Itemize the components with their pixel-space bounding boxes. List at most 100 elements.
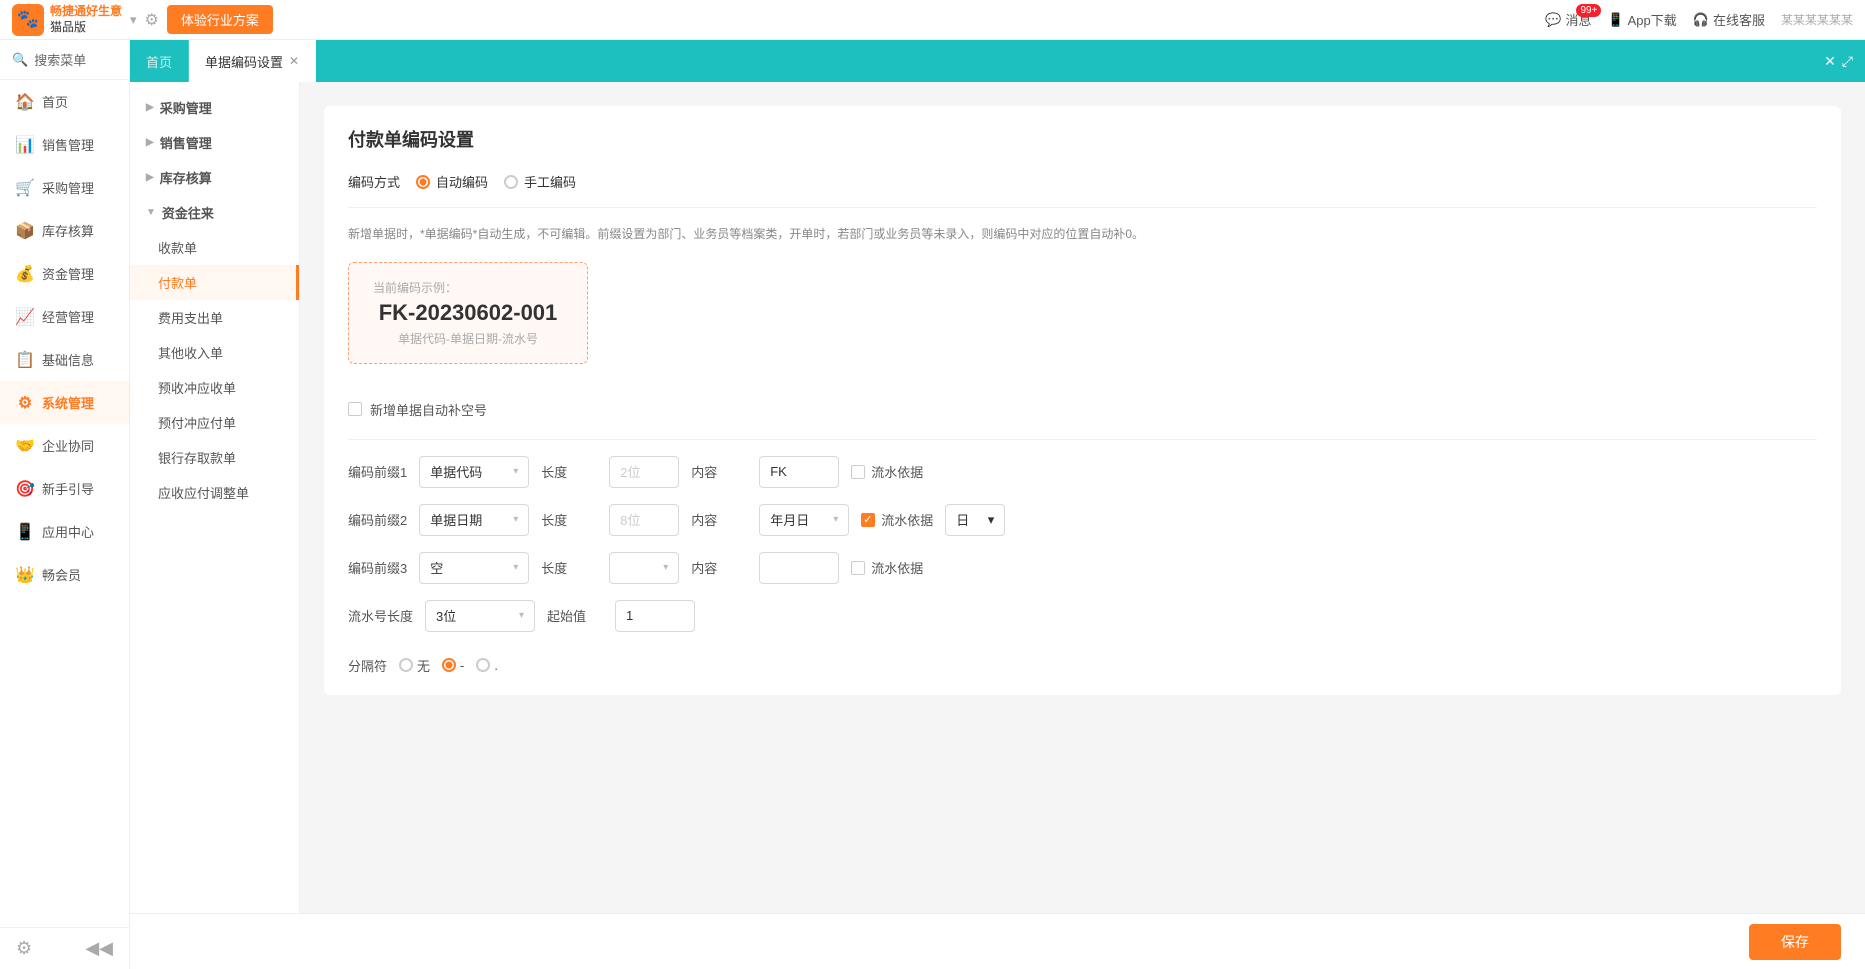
message-btn[interactable]: 💬 消息 99+ xyxy=(1545,10,1591,29)
dropdown-arrow: ▾ xyxy=(988,512,995,528)
sidebar-item-label: 采购管理 xyxy=(42,178,94,197)
online-service-btn[interactable]: 🎧 在线客服 xyxy=(1693,10,1765,29)
group-sales: ▶ 销售管理 xyxy=(130,125,299,160)
auto-fill-checkbox[interactable] xyxy=(348,402,362,416)
sidebar-item-stock[interactable]: 📦 库存核算 xyxy=(0,209,129,252)
sidebar-item-ap-adjust[interactable]: 应收应付调整单 xyxy=(130,475,299,510)
prefix1-row: 编码前缀1 单据代码 ▾ 长度 2位 内容 FK xyxy=(348,456,1817,488)
sidebar-item-vip[interactable]: 👑 畅会员 xyxy=(0,553,129,596)
sep-dot-radio[interactable]: . xyxy=(476,658,498,673)
sidebar-item-sales[interactable]: 📊 销售管理 xyxy=(0,123,129,166)
sidebar-item-payment[interactable]: 付款单 xyxy=(130,265,299,300)
sidebar-search[interactable]: 🔍 搜索菜单 xyxy=(0,40,129,80)
manual-encoding-radio[interactable]: 手工编码 xyxy=(504,172,576,191)
prefix2-row: 编码前缀2 单据日期 ▾ 长度 8位 内容 年月日 ▾ xyxy=(348,504,1817,536)
content1-input[interactable]: FK xyxy=(759,456,839,488)
prefix3-select[interactable]: 空 ▾ xyxy=(419,552,529,584)
tab-close-icon[interactable]: ✕ xyxy=(289,54,299,68)
stock-icon: 📦 xyxy=(16,222,34,240)
content1-label: 内容 xyxy=(691,462,747,481)
maximize-icon[interactable]: ⤢ xyxy=(1842,53,1853,70)
length1-label: 长度 xyxy=(541,462,597,481)
sep-dash-radio[interactable]: - xyxy=(442,658,464,673)
sep-none-radio[interactable]: 无 xyxy=(399,656,430,675)
promo-button[interactable]: 体验行业方案 xyxy=(167,5,273,34)
group-capital-title[interactable]: ▼ 资金往来 xyxy=(130,195,299,230)
sidebar-item-expense[interactable]: 费用支出单 xyxy=(130,300,299,335)
sidebar-item-prepay-recv[interactable]: 预收冲应收单 xyxy=(130,370,299,405)
tab-encoding[interactable]: 单据编码设置 ✕ xyxy=(189,40,316,82)
service-icon: 🎧 xyxy=(1693,12,1709,28)
sidebar-item-newbie[interactable]: 🎯 新手引导 xyxy=(0,467,129,510)
serial2-checkbox[interactable]: 流水依据 xyxy=(861,510,933,529)
group-label: 资金往来 xyxy=(162,203,214,222)
sidebar-item-label: 库存核算 xyxy=(42,221,94,240)
content2-label: 内容 xyxy=(691,510,747,529)
sep-dash-label: - xyxy=(460,658,464,673)
length3-select[interactable]: ▾ xyxy=(609,552,679,584)
sidebar-item-prepay-pay[interactable]: 预付冲应付单 xyxy=(130,405,299,440)
serial3-checkbox[interactable]: 流水依据 xyxy=(851,558,923,577)
auto-encoding-radio[interactable]: 自动编码 xyxy=(416,172,488,191)
sep-none-label: 无 xyxy=(417,656,430,675)
auto-label: 自动编码 xyxy=(436,172,488,191)
topbar: 🐾 畅捷通好生意 猫品版 ▾ ⚙ 体验行业方案 💬 消息 99+ 📱 App下载… xyxy=(0,0,1865,40)
sidebar-item-label: 畅会员 xyxy=(42,565,81,584)
message-count: 99+ xyxy=(1576,4,1601,17)
start-val-input[interactable]: 1 xyxy=(615,600,695,632)
sidebar-item-business[interactable]: 📈 经营管理 xyxy=(0,295,129,338)
sidebar-item-purchase[interactable]: 🛒 采购管理 xyxy=(0,166,129,209)
prefix1-select[interactable]: 单据代码 ▾ xyxy=(419,456,529,488)
tab-home[interactable]: 首页 xyxy=(130,40,189,82)
encoding-mode-row: 编码方式 自动编码 手工编码 xyxy=(348,172,1817,208)
serial-length-select[interactable]: 3位 ▾ xyxy=(425,600,535,632)
serial-length-label: 流水号长度 xyxy=(348,606,413,625)
sidebar-item-system[interactable]: ⚙ 系统管理 xyxy=(0,381,129,424)
sep-dash-circle xyxy=(442,658,456,672)
sidebar-item-basic[interactable]: 📋 基础信息 xyxy=(0,338,129,381)
sidebar-item-receipt[interactable]: 收款单 xyxy=(130,230,299,265)
user-info[interactable]: 某某某某某某 xyxy=(1781,11,1853,28)
prefix3-label: 编码前缀3 xyxy=(348,558,407,577)
content-area: ▶ 采购管理 ▶ 销售管理 ▶ 库存核算 xyxy=(130,82,1865,913)
sidebar-item-enterprise[interactable]: 🤝 企业协同 xyxy=(0,424,129,467)
serial3-label: 流水依据 xyxy=(871,558,923,577)
sidebar-item-apps[interactable]: 📱 应用中心 xyxy=(0,510,129,553)
settings-bottom-icon[interactable]: ⚙ xyxy=(16,938,32,959)
dropdown-icon[interactable]: ▾ xyxy=(130,12,137,28)
group-capital: ▼ 资金往来 收款单 付款单 费用支出单 其他收入单 预收冲应收单 预付冲应付单… xyxy=(130,195,299,510)
tabbar: 首页 单据编码设置 ✕ ✕ ⤢ xyxy=(130,40,1865,82)
sidebar-item-label: 首页 xyxy=(42,92,68,111)
sep-none-circle xyxy=(399,658,413,672)
group-label: 采购管理 xyxy=(160,98,212,117)
serial1-checkbox[interactable]: 流水依据 xyxy=(851,462,923,481)
collapse-icon[interactable]: ◀◀ xyxy=(85,938,113,959)
serial3-box xyxy=(851,561,865,575)
sidebar-item-home[interactable]: 🏠 首页 xyxy=(0,80,129,123)
sidebar-item-bank[interactable]: 银行存取款单 xyxy=(130,440,299,475)
serial1-label: 流水依据 xyxy=(871,462,923,481)
settings-icon[interactable]: ⚙ xyxy=(145,10,159,30)
group-sales-title[interactable]: ▶ 销售管理 xyxy=(130,125,299,160)
sidebar-item-income[interactable]: 其他收入单 xyxy=(130,335,299,370)
group-stock-title[interactable]: ▶ 库存核算 xyxy=(130,160,299,195)
app-download-btn[interactable]: 📱 App下载 xyxy=(1607,10,1676,29)
sidebar-item-label: 资金管理 xyxy=(42,264,94,283)
content2-select[interactable]: 年月日 ▾ xyxy=(759,504,849,536)
collapse-icon: ▼ xyxy=(146,207,156,218)
date-unit-select[interactable]: 日 ▾ xyxy=(945,504,1005,536)
topbar-right: 💬 消息 99+ 📱 App下载 🎧 在线客服 某某某某某某 xyxy=(1545,10,1853,29)
auto-fill-row: 新增单据自动补空号 xyxy=(348,400,1817,419)
prefix2-select[interactable]: 单据日期 ▾ xyxy=(419,504,529,536)
sidebar-item-label: 经营管理 xyxy=(42,307,94,326)
manual-radio-circle xyxy=(504,175,518,189)
close-window-icon[interactable]: ✕ xyxy=(1824,53,1836,70)
group-purchase-title[interactable]: ▶ 采购管理 xyxy=(130,90,299,125)
sidebar-item-finance[interactable]: 💰 资金管理 xyxy=(0,252,129,295)
start-val-label: 起始值 xyxy=(547,606,603,625)
settings-card: 付款单编码设置 编码方式 自动编码 手工编码 xyxy=(324,106,1841,695)
sidebar-nav: 🏠 首页 📊 销售管理 🛒 采购管理 📦 库存核算 💰 资金管理 📈 经 xyxy=(0,80,129,927)
save-button[interactable]: 保存 xyxy=(1749,924,1841,960)
main-panel: 付款单编码设置 编码方式 自动编码 手工编码 xyxy=(300,82,1865,913)
content3-input[interactable] xyxy=(759,552,839,584)
